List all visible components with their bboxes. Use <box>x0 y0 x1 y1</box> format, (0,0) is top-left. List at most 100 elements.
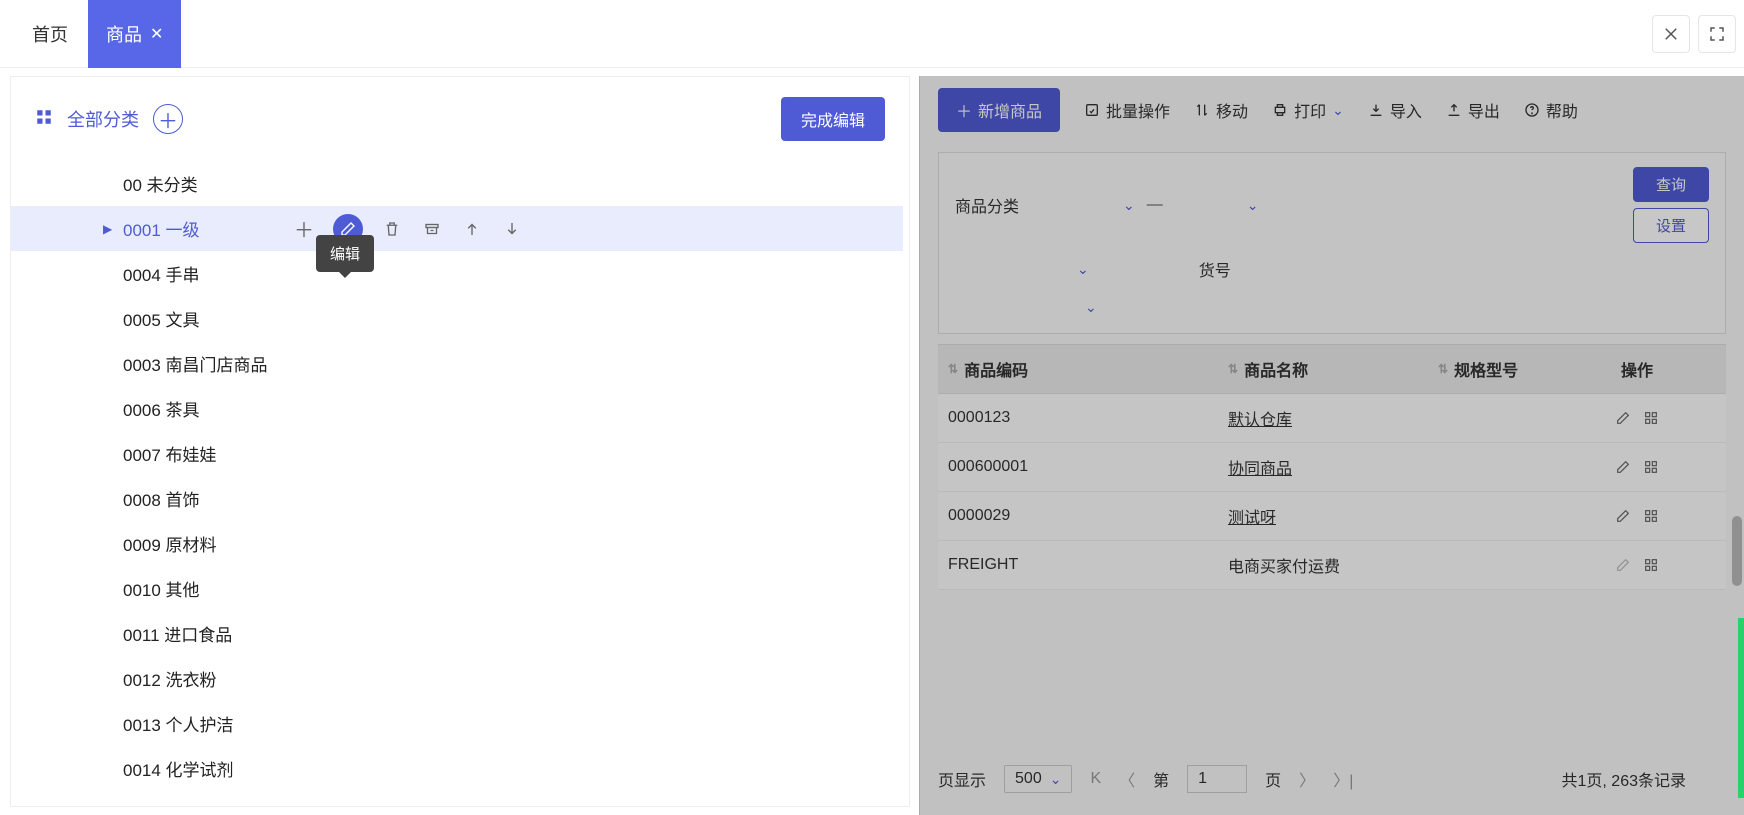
chevron-down-icon: ⌄ <box>1085 299 1097 316</box>
more-icon[interactable] <box>1643 410 1659 426</box>
page-prev-button[interactable]: 〈 <box>1119 767 1135 791</box>
all-categories-label[interactable]: 全部分类 <box>67 106 139 132</box>
query-label: 查询 <box>1656 177 1686 194</box>
edit-icon[interactable] <box>1615 410 1631 426</box>
add-product-label: 新增商品 <box>978 98 1042 122</box>
plus-icon: ＋ <box>956 98 972 122</box>
close-icon[interactable]: ✕ <box>150 24 163 44</box>
print-button[interactable]: 打印 ⌄ <box>1272 98 1344 122</box>
category-list[interactable]: 00 未分类 ▶0001 一级＋ 0004 手串 0005 文具 0003 南昌门店商品… <box>11 161 909 806</box>
product-name-text: 电商买家付运费 <box>1228 553 1340 577</box>
more-icon[interactable] <box>1643 459 1659 475</box>
query-button[interactable]: 查询 <box>1633 167 1709 202</box>
delete-button[interactable] <box>381 218 403 240</box>
category-editor-panel: 全部分类 ＋ 完成编辑 00 未分类 ▶0001 一级＋ 0004 手串 0005 文… <box>10 76 910 807</box>
category-item[interactable]: 0007 布娃娃 <box>11 431 903 476</box>
category-item[interactable]: 0014 化学试剂 <box>11 746 903 791</box>
th-op: 操作 <box>1548 345 1726 393</box>
category-item[interactable]: 00 未分类 <box>11 161 903 206</box>
per-page-select[interactable]: 500 ⌄ <box>1004 765 1072 793</box>
expand-caret-icon[interactable]: ▶ <box>103 222 112 236</box>
move-down-button[interactable] <box>501 218 523 240</box>
filter-panel: 商品分类 ⌄ — ⌄ 查询 设置 <box>938 152 1726 334</box>
category-item[interactable]: 0006 茶具 <box>11 386 903 431</box>
cell-name: 默认仓库 <box>1218 394 1428 442</box>
add-category-button[interactable]: ＋ <box>153 104 183 134</box>
filter-itemno[interactable]: 货号 <box>1129 257 1231 281</box>
category-label: 0004 手串 <box>123 261 200 286</box>
category-label: 00 未分类 <box>123 171 198 196</box>
tab-home[interactable]: 首页 <box>12 0 88 68</box>
backdrop-toolbar: ＋ 新增商品 批量操作 移动 打印 ⌄ 导入 导出 <box>920 76 1744 144</box>
bulk-action-button[interactable]: 批量操作 <box>1084 98 1170 122</box>
edit-box-icon <box>1084 102 1100 118</box>
settings-button[interactable]: 设置 <box>1633 208 1709 243</box>
edit-icon[interactable] <box>1615 557 1631 573</box>
th-name[interactable]: ⇅商品名称 <box>1218 345 1428 393</box>
filter-category[interactable]: 商品分类 ⌄ — ⌄ <box>955 193 1258 217</box>
tab-home-label: 首页 <box>32 21 68 47</box>
product-name-link[interactable]: 测试呀 <box>1228 504 1276 528</box>
th-code[interactable]: ⇅商品编码 <box>938 345 1218 393</box>
more-icon[interactable] <box>1643 557 1659 573</box>
help-button[interactable]: 帮助 <box>1524 98 1578 122</box>
tooltip-label: 编辑 <box>330 246 360 263</box>
printer-icon <box>1272 102 1288 118</box>
filter-itemno-label: 货号 <box>1199 257 1231 281</box>
category-item[interactable]: 0008 首饰 <box>11 476 903 521</box>
more-icon[interactable] <box>1643 508 1659 524</box>
import-label: 导入 <box>1390 98 1422 122</box>
category-item[interactable]: 0013 个人护洁 <box>11 701 903 746</box>
page-number-input[interactable]: 1 <box>1187 765 1247 793</box>
category-item[interactable]: 0012 洗衣粉 <box>11 656 903 701</box>
category-item[interactable]: 0010 其他 <box>11 566 903 611</box>
category-item[interactable]: 0004 手串 <box>11 251 903 296</box>
sort-icon: ⇅ <box>1228 362 1238 376</box>
edit-icon[interactable] <box>1615 508 1631 524</box>
th-spec[interactable]: ⇅规格型号 <box>1428 345 1548 393</box>
fullscreen-button[interactable] <box>1698 15 1736 53</box>
filter-unknown-2[interactable]: 分 ⌄ <box>919 295 1097 319</box>
close-all-tabs-button[interactable] <box>1652 15 1690 53</box>
page-first-button[interactable]: K <box>1090 770 1101 788</box>
import-button[interactable]: 导入 <box>1368 98 1422 122</box>
edit-icon[interactable] <box>1615 459 1631 475</box>
panel-header: 全部分类 ＋ 完成编辑 <box>11 77 909 161</box>
archive-button[interactable] <box>421 218 443 240</box>
cell-code: 0000029 <box>938 492 1218 540</box>
category-item[interactable]: 0005 文具 <box>11 296 903 341</box>
cell-name: 协同商品 <box>1218 443 1428 491</box>
done-edit-button[interactable]: 完成编辑 <box>781 97 885 141</box>
add-sub-button[interactable]: ＋ <box>293 218 315 240</box>
category-item[interactable]: 0003 南昌门店商品 <box>11 341 903 386</box>
move-up-button[interactable] <box>461 218 483 240</box>
cell-op <box>1548 443 1726 491</box>
category-item[interactable]: 0011 进口食品 <box>11 611 903 656</box>
tab-product[interactable]: 商品 ✕ <box>88 0 181 68</box>
cell-code: 000600001 <box>938 443 1218 491</box>
page-next-button[interactable]: 〉 <box>1299 767 1315 791</box>
scrollbar-thumb[interactable] <box>1732 516 1742 586</box>
move-button[interactable]: 移动 <box>1194 98 1248 122</box>
filter-category-label: 商品分类 <box>955 193 1019 217</box>
page-post-label: 页 <box>1265 767 1281 791</box>
table-row: 0000123默认仓库 <box>938 394 1726 443</box>
pager-summary: 共1页, 263条记录 <box>1562 767 1687 791</box>
category-item[interactable]: 0009 原材料 <box>11 521 903 566</box>
chevron-down-icon: ⌄ <box>1123 197 1135 214</box>
cell-spec <box>1428 541 1548 589</box>
product-name-link[interactable]: 默认仓库 <box>1228 406 1292 430</box>
chevron-down-icon: ⌄ <box>1077 261 1089 278</box>
x-icon <box>1662 25 1680 43</box>
import-icon <box>1368 102 1384 118</box>
per-page-value: 500 <box>1015 770 1042 788</box>
product-name-link[interactable]: 协同商品 <box>1228 455 1292 479</box>
export-button[interactable]: 导出 <box>1446 98 1500 122</box>
export-label: 导出 <box>1468 98 1500 122</box>
page-last-button[interactable]: 〉| <box>1333 767 1353 791</box>
category-label: 0005 文具 <box>123 306 200 331</box>
filter-unknown-1[interactable]: ⌄ <box>919 261 1089 278</box>
category-label: 0010 其他 <box>123 576 200 601</box>
category-item[interactable]: ▶0001 一级＋ <box>11 206 903 251</box>
add-product-button[interactable]: ＋ 新增商品 <box>938 88 1060 132</box>
